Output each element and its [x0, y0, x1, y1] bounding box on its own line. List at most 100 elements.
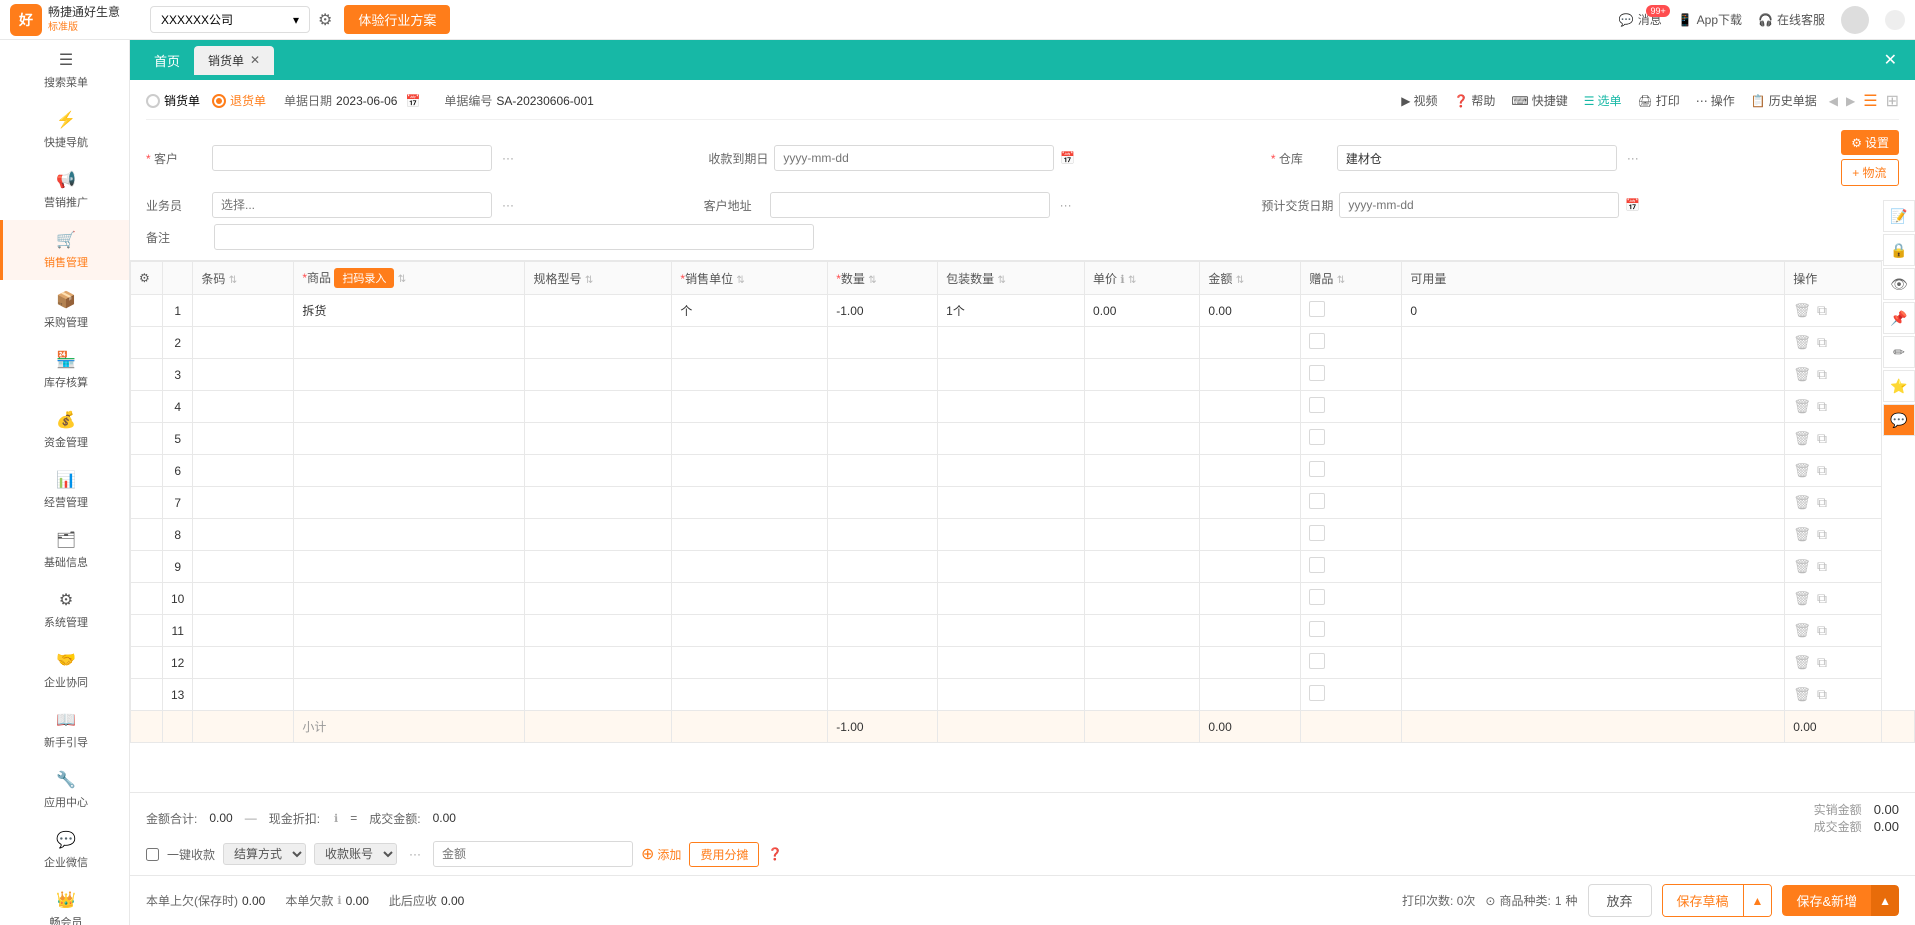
one-pay-checkbox[interactable] [146, 848, 159, 861]
expense-info-icon[interactable]: ❓ [767, 847, 782, 861]
sort-pkg-icon[interactable]: ⇅ [998, 275, 1006, 286]
customer-input[interactable] [212, 145, 492, 171]
copy-row-icon[interactable]: ⧉ [1817, 654, 1827, 671]
delete-row-icon[interactable]: 🗑 [1793, 654, 1811, 671]
row-gift[interactable] [1301, 423, 1402, 455]
trial-button[interactable]: 体验行业方案 [344, 5, 450, 34]
payment-amount-input[interactable] [433, 841, 633, 867]
select-list-btn[interactable]: ☰ 选单 [1580, 90, 1626, 111]
nav-prev-icon[interactable]: ◀ [1829, 94, 1838, 108]
calc-method-select[interactable]: 结算方式 [223, 843, 306, 865]
payment-due-input[interactable] [774, 145, 1054, 171]
warehouse-more-btn[interactable]: ··· [1623, 151, 1643, 165]
sort-qty-icon[interactable]: ⇅ [868, 275, 876, 286]
sidebar-item-apps[interactable]: 🔧 应用中心 [0, 760, 129, 820]
copy-row-icon[interactable]: ⧉ [1817, 334, 1827, 351]
copy-row-icon[interactable]: ⧉ [1817, 622, 1827, 639]
price-info-icon[interactable]: ℹ [1120, 274, 1124, 286]
table-settings-icon[interactable]: ⚙ [139, 271, 150, 285]
view-toggle-list[interactable]: ☰ [1863, 91, 1877, 111]
addr-more-btn[interactable]: ··· [1056, 198, 1076, 212]
print-btn[interactable]: 🖨 打印 [1634, 90, 1684, 111]
save-new-chevron[interactable]: ▲ [1871, 885, 1899, 916]
row-gift[interactable] [1301, 679, 1402, 711]
salesman-input[interactable] [212, 192, 492, 218]
sidebar-item-enterprise[interactable]: 🤝 企业协同 [0, 640, 129, 700]
date-picker-icon[interactable]: 📅 [405, 94, 420, 108]
view-toggle-grid[interactable]: ⊞ [1886, 91, 1899, 111]
sidebar-item-system[interactable]: ⚙ 系统管理 [0, 580, 129, 640]
app-download-btn[interactable]: 📱 App下载 [1678, 11, 1742, 28]
sort-spec-icon[interactable]: ⇅ [585, 275, 593, 286]
delete-row-icon[interactable]: 🗑 [1793, 398, 1811, 415]
sort-barcode-icon[interactable]: ⇅ [229, 275, 237, 286]
copy-row-icon[interactable]: ⧉ [1817, 462, 1827, 479]
row-gift[interactable] [1301, 327, 1402, 359]
row-gift[interactable] [1301, 551, 1402, 583]
float-btn-1[interactable]: 📝 [1883, 200, 1915, 232]
help-btn[interactable]: ❓ 帮助 [1449, 90, 1499, 111]
sidebar-item-purchase[interactable]: 📦 采购管理 [0, 280, 129, 340]
sort-gift-icon[interactable]: ⇅ [1337, 275, 1345, 286]
delete-row-icon[interactable]: 🗑 [1793, 590, 1811, 607]
save-draft-button[interactable]: 保存草稿 [1663, 885, 1744, 916]
customer-more-btn[interactable]: ··· [498, 151, 518, 165]
salesman-more-btn[interactable]: ··· [498, 198, 518, 212]
copy-row-icon[interactable]: ⧉ [1817, 558, 1827, 575]
logistics-button[interactable]: + 物流 [1841, 159, 1899, 186]
copy-row-icon[interactable]: ⧉ [1817, 302, 1827, 319]
shortcut-btn[interactable]: ⌨ 快捷键 [1507, 90, 1571, 111]
sidebar-item-quick-nav[interactable]: ⚡ 快捷导航 [0, 100, 129, 160]
expected-date-input[interactable] [1339, 192, 1619, 218]
sidebar-item-operations[interactable]: 📊 经营管理 [0, 460, 129, 520]
delete-row-icon[interactable]: 🗑 [1793, 462, 1811, 479]
window-close-icon[interactable]: ✕ [1876, 46, 1905, 74]
company-selector[interactable]: XXXXXX公司 ▾ [150, 6, 310, 33]
copy-row-icon[interactable]: ⧉ [1817, 494, 1827, 511]
warehouse-input[interactable] [1337, 145, 1617, 171]
copy-row-icon[interactable]: ⧉ [1817, 686, 1827, 703]
row-gift[interactable] [1301, 359, 1402, 391]
scan-button[interactable]: 扫码录入 [334, 268, 394, 288]
delete-row-icon[interactable]: 🗑 [1793, 686, 1811, 703]
sidebar-item-sales[interactable]: 🛒 销售管理 [0, 220, 129, 280]
abandon-button[interactable]: 放弃 [1588, 884, 1652, 917]
payment-calendar-icon[interactable]: 📅 [1060, 151, 1075, 165]
col-settings[interactable]: ⚙ [131, 262, 163, 295]
avatar[interactable] [1841, 6, 1869, 34]
row-gift[interactable] [1301, 487, 1402, 519]
delete-row-icon[interactable]: 🗑 [1793, 558, 1811, 575]
copy-row-icon[interactable]: ⧉ [1817, 430, 1827, 447]
copy-row-icon[interactable]: ⧉ [1817, 366, 1827, 383]
setup-button[interactable]: ⚙ 设置 [1841, 130, 1899, 155]
float-btn-orange[interactable]: 💬 [1883, 404, 1915, 436]
delete-row-icon[interactable]: 🗑 [1793, 526, 1811, 543]
row-gift[interactable] [1301, 583, 1402, 615]
sidebar-item-wechat[interactable]: 💬 企业微信 [0, 820, 129, 880]
sort-product-icon[interactable]: ⇅ [398, 274, 406, 285]
sidebar-item-base-info[interactable]: 🗂 基础信息 [0, 520, 129, 580]
video-btn[interactable]: ▶ 视频 [1397, 90, 1441, 111]
float-btn-6[interactable]: ⭐ [1883, 370, 1915, 402]
add-payment-btn[interactable]: ⊕ 添加 [641, 844, 681, 864]
online-service-btn[interactable]: 🎧 在线客服 [1758, 11, 1825, 28]
radio-return[interactable]: 退货单 [212, 92, 266, 109]
remark-input[interactable] [214, 224, 814, 250]
owe-info-icon[interactable]: ℹ [337, 894, 341, 907]
nav-next-icon[interactable]: ▶ [1846, 94, 1855, 108]
copy-row-icon[interactable]: ⧉ [1817, 590, 1827, 607]
copy-row-icon[interactable]: ⧉ [1817, 398, 1827, 415]
float-btn-4[interactable]: 📌 [1883, 302, 1915, 334]
tab-sales-order[interactable]: 销货单 ✕ [194, 46, 274, 75]
operations-btn[interactable]: ⋯ 操作 [1692, 90, 1739, 111]
float-btn-3[interactable]: 👁 [1883, 268, 1915, 300]
expected-date-calendar-icon[interactable]: 📅 [1625, 198, 1640, 212]
sidebar-item-member[interactable]: 👑 畅会员 [0, 880, 129, 925]
delete-row-icon[interactable]: 🗑 [1793, 430, 1811, 447]
sort-price-icon[interactable]: ⇅ [1128, 275, 1136, 286]
delete-row-icon[interactable]: 🗑 [1793, 302, 1811, 319]
sidebar-item-inventory[interactable]: 🏪 库存核算 [0, 340, 129, 400]
float-btn-2[interactable]: 🔒 [1883, 234, 1915, 266]
row-gift[interactable] [1301, 519, 1402, 551]
cash-discount-info-icon[interactable]: ℹ [334, 812, 338, 825]
